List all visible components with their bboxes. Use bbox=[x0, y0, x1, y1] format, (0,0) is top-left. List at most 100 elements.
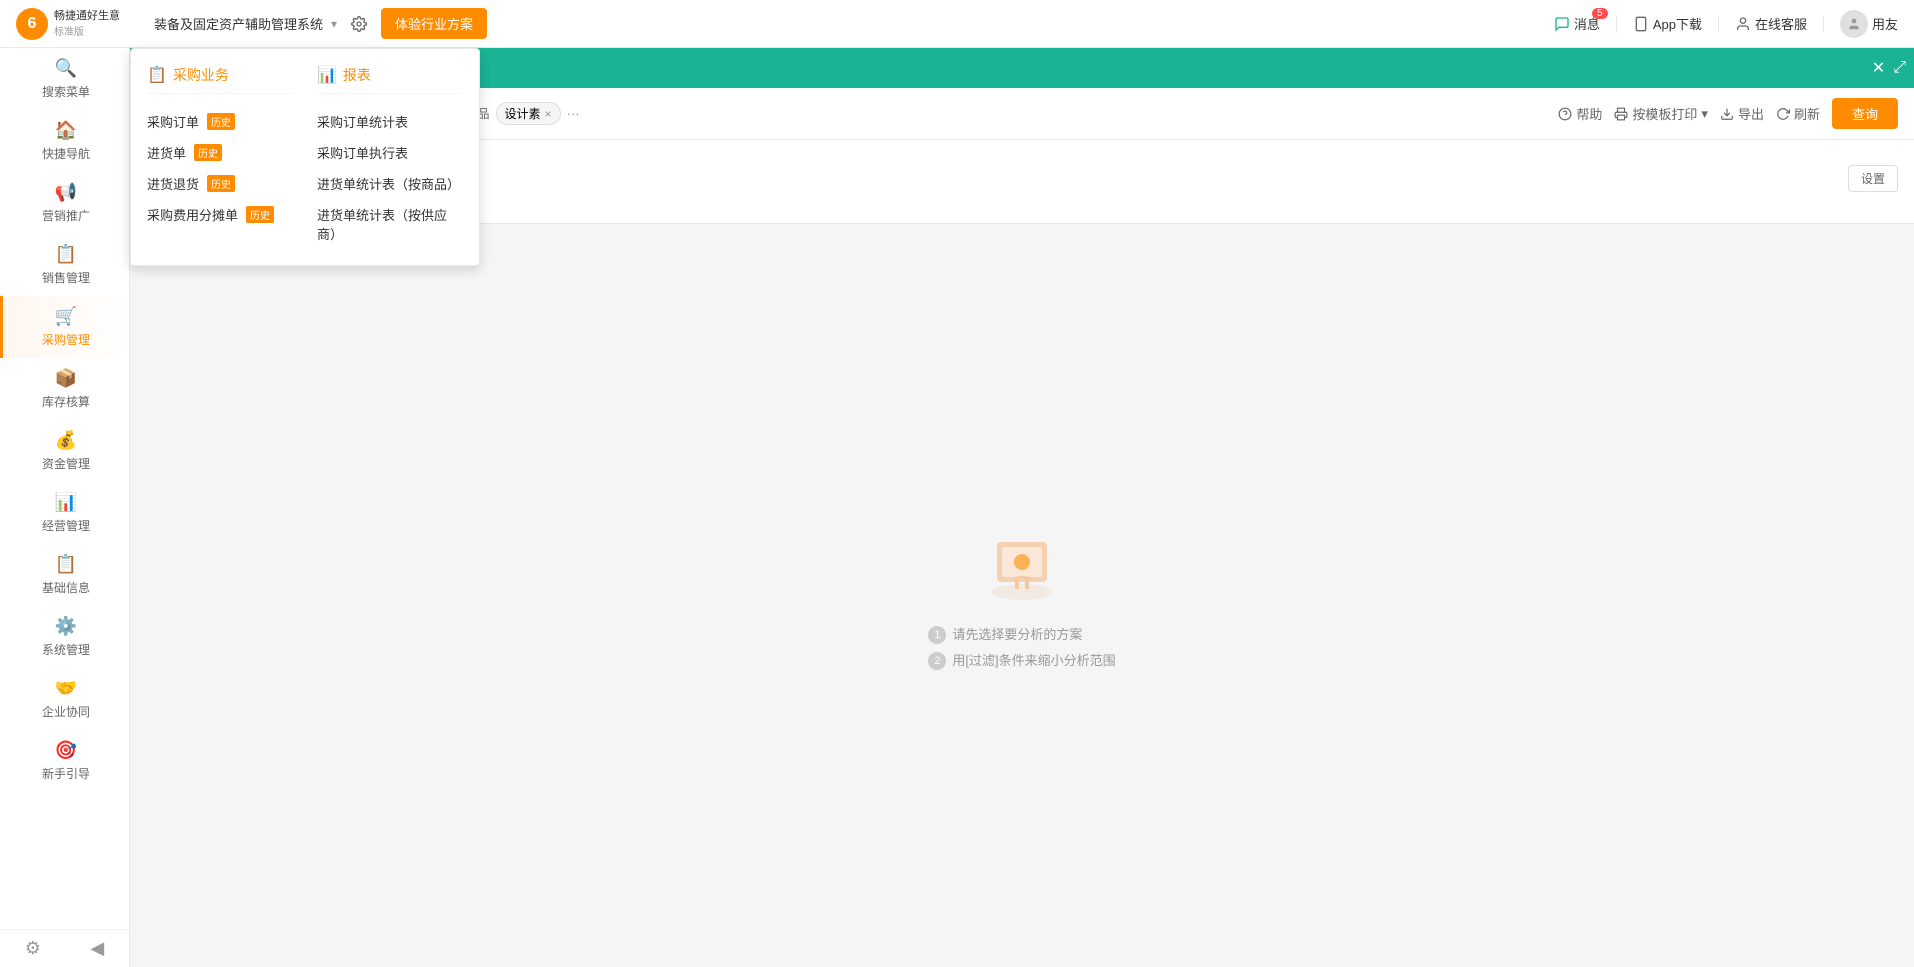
logo-badge: 标准版 bbox=[54, 23, 120, 38]
sidebar-label-quick-nav: 快捷导航 bbox=[42, 145, 90, 162]
menu-col-purchase-title: 📋 采购业务 bbox=[147, 65, 293, 94]
print-btn[interactable]: 按模板打印 ▾ bbox=[1614, 104, 1708, 123]
menu-item-purchase-expense-text: 采购费用分摊单 bbox=[147, 205, 238, 224]
sidebar-settings-btn[interactable]: ⚙ bbox=[25, 938, 41, 959]
menu-item-purchase-expense[interactable]: 采购费用分摊单 历史 bbox=[147, 199, 293, 230]
logo-icon: 6 bbox=[16, 8, 48, 40]
logo-text-area: 畅捷通好生意 标准版 bbox=[54, 9, 120, 38]
divider1 bbox=[1616, 16, 1617, 32]
export-btn[interactable]: 导出 bbox=[1720, 104, 1764, 123]
print-label: 按模板打印 bbox=[1632, 104, 1697, 123]
sidebar-collapse-btn[interactable]: ◀ bbox=[90, 938, 104, 959]
settings-area: 设置 bbox=[1848, 165, 1898, 192]
app-download-btn[interactable]: App下载 bbox=[1633, 14, 1702, 33]
sidebar-item-system[interactable]: ⚙️ 系统管理 bbox=[0, 606, 129, 668]
empty-tip-1: 1 请先选择要分析的方案 bbox=[928, 622, 1115, 648]
menu-col-purchase: 📋 采购业务 采购订单 历史 进货单 历史 进货退货 历史 采购费用分摊单 历史 bbox=[147, 65, 293, 249]
menu-col-purchase-label: 采购业务 bbox=[173, 65, 229, 85]
sidebar-item-inventory[interactable]: 📦 库存核算 bbox=[0, 358, 129, 420]
menu-item-goods-return[interactable]: 进货退货 历史 bbox=[147, 168, 293, 199]
sidebar-item-basic[interactable]: 📋 基础信息 bbox=[0, 544, 129, 606]
home-icon: 🏠 bbox=[55, 120, 77, 141]
help-btn[interactable]: 帮助 bbox=[1558, 104, 1602, 123]
help-label: 帮助 bbox=[1576, 104, 1602, 123]
sidebar-label-purchase: 采购管理 bbox=[42, 331, 90, 348]
tab-close-window-icon[interactable]: ✕ bbox=[1872, 58, 1885, 78]
online-service-label: 在线客服 bbox=[1755, 14, 1807, 33]
menu-item-receipt-by-goods[interactable]: 进货单统计表（按商品） bbox=[317, 168, 463, 199]
tab-bar-right: ✕ ⤢ bbox=[1872, 58, 1906, 78]
sidebar-item-quick-nav[interactable]: 🏠 快捷导航 bbox=[0, 110, 129, 172]
menu-item-order-stats-text: 采购订单统计表 bbox=[317, 112, 408, 131]
goods-received-history-badge: 历史 bbox=[194, 144, 222, 161]
menu-item-goods-received[interactable]: 进货单 历史 bbox=[147, 137, 293, 168]
sidebar-item-purchase[interactable]: 🛒 采购管理 bbox=[0, 296, 129, 358]
sidebar-label-inventory: 库存核算 bbox=[42, 393, 90, 410]
menu-item-purchase-order-text: 采购订单 bbox=[147, 112, 199, 131]
menu-item-purchase-order[interactable]: 采购订单 历史 bbox=[147, 106, 293, 137]
divider2 bbox=[1718, 16, 1719, 32]
top-bar-middle: 装备及固定资产辅助管理系统 ▾ 体验行业方案 bbox=[146, 8, 1554, 39]
sidebar-item-sales[interactable]: 📋 销售管理 bbox=[0, 234, 129, 296]
sidebar-item-guide[interactable]: 🎯 新手引导 bbox=[0, 730, 129, 792]
empty-tips: 1 请先选择要分析的方案 2 用[过滤]条件来缩小分析范围 bbox=[928, 622, 1115, 674]
purchase-dropdown-menu: 📋 采购业务 采购订单 历史 进货单 历史 进货退货 历史 采购费用分摊单 历史 bbox=[130, 48, 480, 266]
report-menu-icon: 📊 bbox=[317, 65, 337, 85]
sidebar-label-search: 搜索菜单 bbox=[42, 83, 90, 100]
system-dropdown-arrow[interactable]: ▾ bbox=[331, 17, 337, 31]
sales-icon: 📋 bbox=[55, 244, 77, 265]
menu-item-goods-received-text: 进货单 bbox=[147, 143, 186, 162]
tip1-text: 请先选择要分析的方案 bbox=[952, 622, 1082, 648]
inventory-icon: 📦 bbox=[55, 368, 77, 389]
sidebar-item-operation[interactable]: 📊 经营管理 bbox=[0, 482, 129, 544]
system-settings-icon[interactable] bbox=[345, 10, 373, 38]
sidebar-label-system: 系统管理 bbox=[42, 641, 90, 658]
industry-btn[interactable]: 体验行业方案 bbox=[381, 8, 487, 39]
goods-tag-close[interactable]: × bbox=[545, 107, 552, 121]
search-icon: 🔍 bbox=[55, 58, 77, 79]
app-container: 6 畅捷通好生意 标准版 装备及固定资产辅助管理系统 ▾ 体验行业方案 消息 5 bbox=[0, 0, 1914, 967]
header-actions: 帮助 按模板打印 ▾ 导出 刷新 查询 bbox=[1558, 98, 1898, 129]
message-btn[interactable]: 消息 5 bbox=[1554, 14, 1600, 33]
sidebar-bottom: ⚙ ◀ bbox=[0, 929, 129, 967]
basic-icon: 📋 bbox=[55, 554, 77, 575]
tip2-num: 2 bbox=[928, 652, 946, 670]
sidebar: 🔍 搜索菜单 🏠 快捷导航 📢 营销推广 📋 销售管理 🛒 采购管理 📦 bbox=[0, 48, 130, 967]
online-service-btn[interactable]: 在线客服 bbox=[1735, 14, 1807, 33]
sidebar-item-search[interactable]: 🔍 搜索菜单 bbox=[0, 48, 129, 110]
goods-filter: 商品 设计素 × ··· bbox=[466, 102, 580, 125]
purchase-menu-icon: 📋 bbox=[147, 65, 167, 85]
refresh-btn[interactable]: 刷新 bbox=[1776, 104, 1820, 123]
system-icon: ⚙️ bbox=[55, 616, 77, 637]
tab-maximize-icon[interactable]: ⤢ bbox=[1893, 59, 1906, 77]
query-btn[interactable]: 查询 bbox=[1832, 98, 1898, 129]
menu-item-order-exec-text: 采购订单执行表 bbox=[317, 143, 408, 162]
user-btn[interactable]: 用友 bbox=[1840, 10, 1898, 38]
message-badge: 5 bbox=[1592, 8, 1608, 19]
settings-small-btn[interactable]: 设置 bbox=[1848, 165, 1898, 192]
menu-col-report-label: 报表 bbox=[343, 65, 371, 85]
tip2-text: 用[过滤]条件来缩小分析范围 bbox=[952, 648, 1115, 674]
sidebar-label-enterprise: 企业协同 bbox=[42, 703, 90, 720]
sidebar-item-finance[interactable]: 💰 资金管理 bbox=[0, 420, 129, 482]
goods-return-history-badge: 历史 bbox=[207, 175, 235, 192]
sidebar-item-marketing[interactable]: 📢 营销推广 bbox=[0, 172, 129, 234]
divider3 bbox=[1823, 16, 1824, 32]
menu-col-report-title: 📊 报表 bbox=[317, 65, 463, 94]
marketing-icon: 📢 bbox=[55, 182, 77, 203]
logo-area: 6 畅捷通好生意 标准版 bbox=[16, 8, 146, 40]
menu-item-order-exec[interactable]: 采购订单执行表 bbox=[317, 137, 463, 168]
app-download-label: App下载 bbox=[1653, 14, 1702, 33]
sidebar-item-enterprise[interactable]: 🤝 企业协同 bbox=[0, 668, 129, 730]
purchase-icon: 🛒 bbox=[55, 306, 77, 327]
tip1-num: 1 bbox=[928, 626, 946, 644]
logo-name: 畅捷通好生意 bbox=[54, 9, 120, 23]
system-title: 装备及固定资产辅助管理系统 bbox=[154, 14, 323, 33]
print-dropdown[interactable]: ▾ bbox=[1701, 106, 1708, 122]
menu-item-order-stats[interactable]: 采购订单统计表 bbox=[317, 106, 463, 137]
purchase-expense-history-badge: 历史 bbox=[246, 206, 274, 223]
purchase-order-history-badge: 历史 bbox=[207, 113, 235, 130]
goods-tag-value: 设计素 bbox=[505, 105, 541, 122]
goods-more[interactable]: ··· bbox=[567, 106, 580, 121]
menu-item-receipt-by-supplier[interactable]: 进货单统计表（按供应商） bbox=[317, 199, 463, 249]
